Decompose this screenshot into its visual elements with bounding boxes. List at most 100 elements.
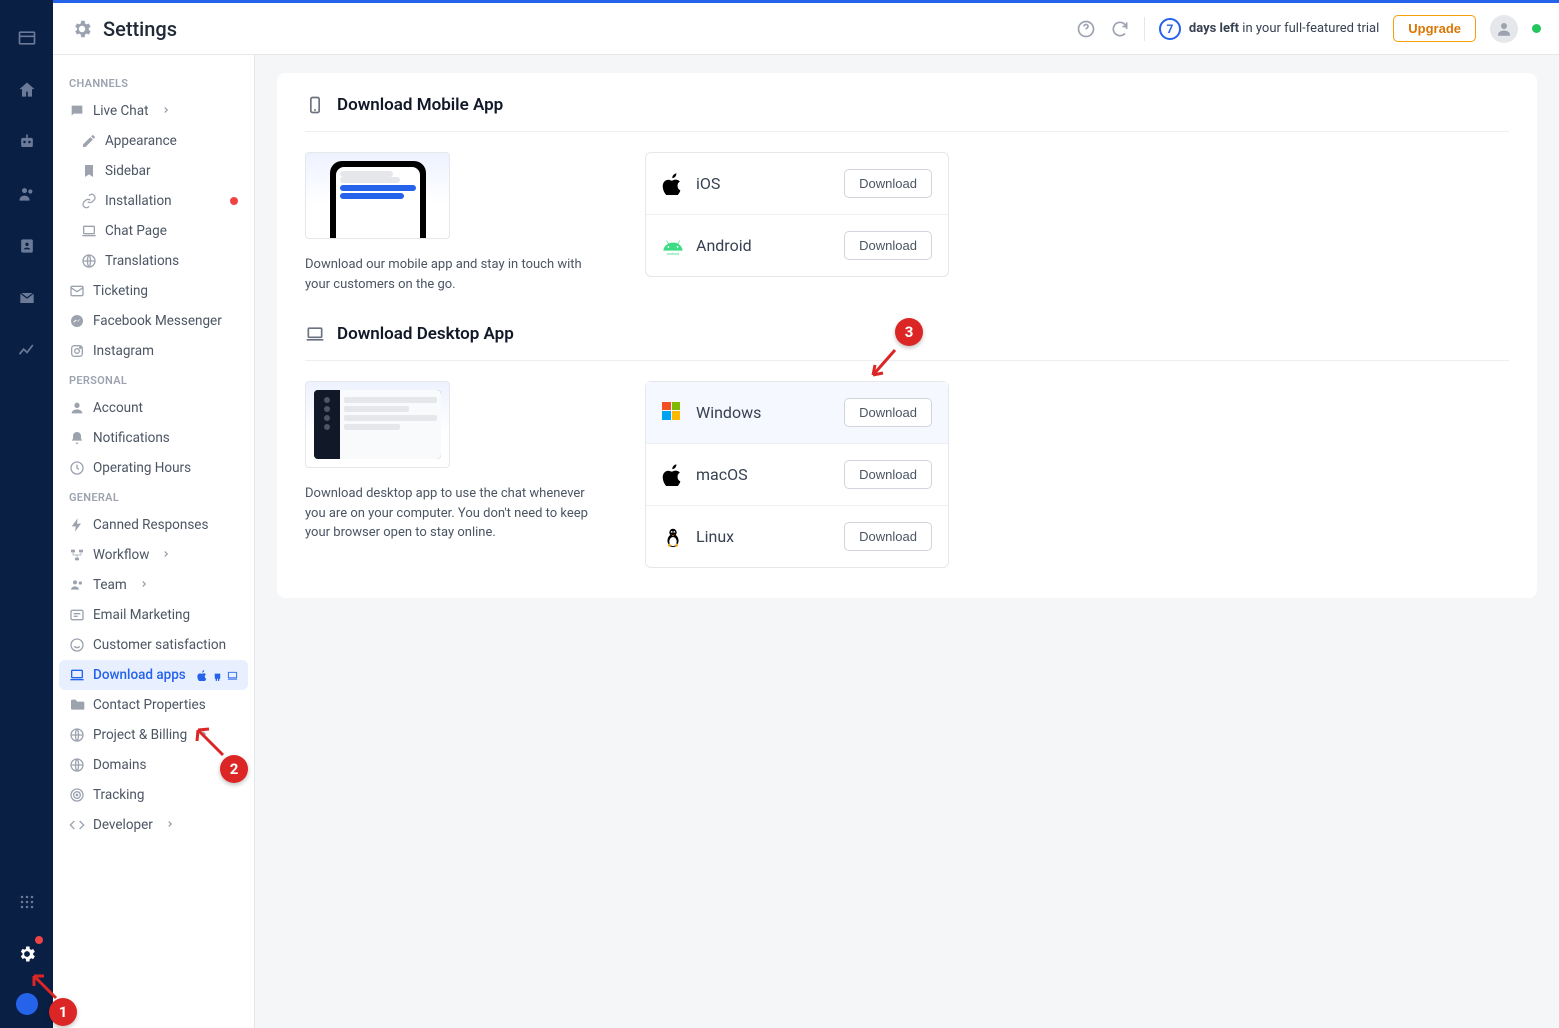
platform-name: Windows: [696, 403, 844, 422]
clock-icon: [69, 460, 85, 476]
instagram-icon: [69, 343, 85, 359]
bookmark-icon: [81, 163, 97, 179]
mobile-preview-image: [305, 152, 450, 239]
sidebar-item-contact-properties[interactable]: Contact Properties: [59, 690, 248, 720]
gear-icon: [71, 18, 93, 40]
sidebar-item-download-apps[interactable]: Download apps: [59, 660, 248, 690]
sidebar-item-label: Translations: [105, 253, 179, 269]
platform-row-windows: WindowsDownload: [646, 382, 948, 444]
sidebar-item-appearance[interactable]: Appearance: [59, 126, 248, 156]
sidebar-item-label: Notifications: [93, 430, 170, 446]
android-icon: android: [662, 235, 684, 257]
chevron-right-icon: [165, 817, 175, 833]
download-button-linux[interactable]: Download: [844, 522, 932, 551]
laptop-icon: [305, 324, 325, 344]
nav-contact-icon[interactable]: [0, 220, 53, 272]
link-icon: [81, 193, 97, 209]
linux-icon: [662, 526, 684, 548]
platform-name: Android: [696, 236, 844, 255]
app-navbar: [0, 0, 53, 1028]
sidebar-item-chat-page[interactable]: Chat Page: [59, 216, 248, 246]
sidebar-item-label: Team: [93, 577, 127, 593]
nav-apps-icon[interactable]: [0, 876, 53, 928]
sidebar-item-instagram[interactable]: Instagram: [59, 336, 248, 366]
mail-icon: [69, 283, 85, 299]
sidebar-item-label: Email Marketing: [93, 607, 190, 623]
sidebar-item-sidebar[interactable]: Sidebar: [59, 156, 248, 186]
download-button-windows[interactable]: Download: [844, 398, 932, 427]
target-icon: [69, 787, 85, 803]
trial-days-badge: 7: [1159, 18, 1181, 40]
sidebar-item-label: Account: [93, 400, 143, 416]
content-area: Download Mobile App: [255, 55, 1559, 1028]
desktop-description: Download desktop app to use the chat whe…: [305, 484, 605, 543]
sidebar-section-header: PERSONAL: [59, 366, 248, 393]
phone-icon: [305, 95, 325, 115]
sidebar-item-label: Installation: [105, 193, 172, 209]
nav-home-icon[interactable]: [0, 64, 53, 116]
sidebar-item-label: Instagram: [93, 343, 154, 359]
sidebar-item-operating-hours[interactable]: Operating Hours: [59, 453, 248, 483]
sidebar-item-live-chat[interactable]: Live Chat: [59, 96, 248, 126]
sidebar-item-email-marketing[interactable]: Email Marketing: [59, 600, 248, 630]
user-icon: [69, 400, 85, 416]
laptop-icon: [69, 667, 85, 683]
nav-bot-icon[interactable]: [0, 116, 53, 168]
sidebar-item-label: Workflow: [93, 547, 149, 563]
download-button-ios[interactable]: Download: [844, 169, 932, 198]
chat-icon: [69, 103, 85, 119]
globe-icon: [81, 253, 97, 269]
upgrade-button[interactable]: Upgrade: [1393, 15, 1476, 42]
desktop-heading: Download Desktop App: [337, 324, 514, 344]
help-icon[interactable]: [1076, 19, 1096, 39]
platform-name: Linux: [696, 527, 844, 546]
user-avatar[interactable]: [1490, 15, 1518, 43]
mobile-heading: Download Mobile App: [337, 95, 503, 115]
notification-dot: [230, 197, 238, 205]
sidebar-item-ticketing[interactable]: Ticketing: [59, 276, 248, 306]
sidebar-item-tracking[interactable]: Tracking: [59, 780, 248, 810]
page-header: Settings 7 days left in your full-featur…: [53, 3, 1559, 55]
flow-icon: [69, 547, 85, 563]
nav-settings-icon[interactable]: [0, 928, 53, 980]
sidebar-item-label: Canned Responses: [93, 517, 208, 533]
nav-people-icon[interactable]: [0, 168, 53, 220]
sidebar-item-label: Project & Billing: [93, 727, 187, 743]
sidebar-item-developer[interactable]: Developer: [59, 810, 248, 840]
team-icon: [69, 577, 85, 593]
sidebar-item-project-billing[interactable]: Project & Billing: [59, 720, 248, 750]
sidebar-section-header: CHANNELS: [59, 69, 248, 96]
sidebar-item-canned-responses[interactable]: Canned Responses: [59, 510, 248, 540]
sidebar-item-label: Live Chat: [93, 103, 149, 119]
nav-app-logo[interactable]: [0, 980, 53, 1028]
desktop-preview-image: [305, 381, 450, 468]
sidebar-item-label: Domains: [93, 757, 146, 773]
sidebar-item-notifications[interactable]: Notifications: [59, 423, 248, 453]
platform-row-ios: iOSDownload: [646, 153, 948, 215]
nav-mail-icon[interactable]: [0, 272, 53, 324]
desktop-platform-list: WindowsDownloadmacOSDownloadLinuxDownloa…: [645, 381, 949, 568]
sidebar-item-workflow[interactable]: Workflow: [59, 540, 248, 570]
nav-inbox-icon[interactable]: [0, 12, 53, 64]
globe-icon: [69, 727, 85, 743]
sidebar-section-header: GENERAL: [59, 483, 248, 510]
divider: [1144, 17, 1145, 41]
platform-name: iOS: [696, 174, 844, 193]
refresh-icon[interactable]: [1110, 19, 1130, 39]
sidebar-item-installation[interactable]: Installation: [59, 186, 248, 216]
sidebar-item-translations[interactable]: Translations: [59, 246, 248, 276]
download-button-android[interactable]: Download: [844, 231, 932, 260]
sidebar-item-label: Appearance: [105, 133, 177, 149]
download-button-macos[interactable]: Download: [844, 460, 932, 489]
sidebar-item-account[interactable]: Account: [59, 393, 248, 423]
nav-analytics-icon[interactable]: [0, 324, 53, 376]
globe-icon: [69, 757, 85, 773]
mobile-description: Download our mobile app and stay in touc…: [305, 255, 605, 294]
sidebar-item-facebook-messenger[interactable]: Facebook Messenger: [59, 306, 248, 336]
windows-icon: [662, 402, 684, 424]
sidebar-item-team[interactable]: Team: [59, 570, 248, 600]
sidebar-item-label: Facebook Messenger: [93, 313, 222, 329]
sidebar-item-domains[interactable]: Domains: [59, 750, 248, 780]
apple-icon: [662, 464, 684, 486]
sidebar-item-customer-satisfaction[interactable]: Customer satisfaction: [59, 630, 248, 660]
